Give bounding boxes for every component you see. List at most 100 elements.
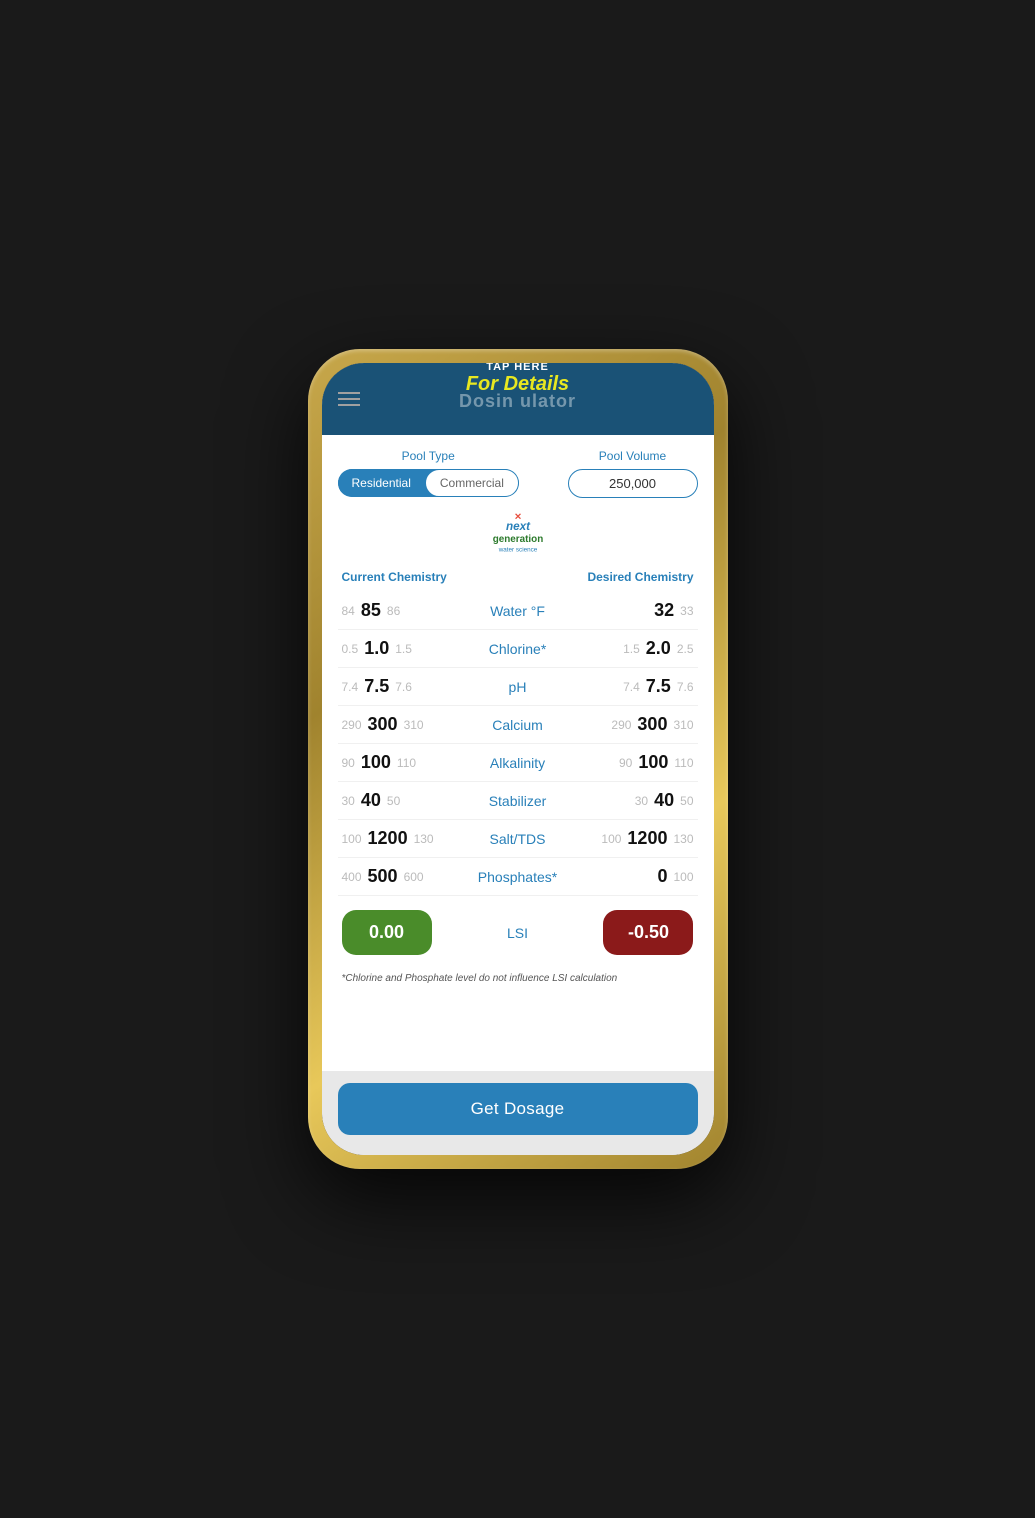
app-header: TAP HERE For Details Dosin ulator xyxy=(322,363,714,435)
get-dosage-button[interactable]: Get Dosage xyxy=(338,1083,698,1135)
chlorine-current-values: 0.5 1.0 1.5 xyxy=(342,638,452,659)
chemistry-rows: 84 85 86 Water °F 32 33 0.5 xyxy=(338,592,698,896)
water-desired-values: 32 33 xyxy=(584,600,694,621)
water-current-high: 86 xyxy=(387,604,400,618)
tap-banner[interactable]: TAP HERE For Details xyxy=(466,363,569,395)
ph-current-low: 7.4 xyxy=(342,680,359,694)
lsi-current-badge: 0.00 xyxy=(342,910,432,955)
water-current-low: 84 xyxy=(342,604,355,618)
pool-volume-section: Pool Volume xyxy=(568,449,698,498)
stabilizer-row: 30 40 50 Stabilizer 30 40 50 xyxy=(338,782,698,820)
commercial-btn[interactable]: Commercial xyxy=(425,469,519,497)
water-desired-main: 32 xyxy=(654,600,674,621)
water-temp-row: 84 85 86 Water °F 32 33 xyxy=(338,592,698,630)
phosphates-desired-high: 100 xyxy=(673,870,693,884)
calcium-desired-main: 300 xyxy=(637,714,667,735)
logo-area: ✕ next generation water science xyxy=(338,510,698,560)
stabilizer-desired-low: 30 xyxy=(635,794,648,808)
alkalinity-row: 90 100 110 Alkalinity 90 100 110 xyxy=(338,744,698,782)
chlorine-current-low: 0.5 xyxy=(342,642,359,656)
stabilizer-desired-values: 30 40 50 xyxy=(584,790,694,811)
alkalinity-current-values: 90 100 110 xyxy=(342,752,452,773)
ph-desired-low: 7.4 xyxy=(623,680,640,694)
chlorine-row: 0.5 1.0 1.5 Chlorine* 1.5 2.0 2.5 xyxy=(338,630,698,668)
phosphates-label: Phosphates* xyxy=(452,869,584,885)
stabilizer-desired-main: 40 xyxy=(654,790,674,811)
salt-current-high: 130 xyxy=(414,832,434,846)
for-details-text: For Details xyxy=(466,373,569,395)
lsi-desired-badge: -0.50 xyxy=(603,910,693,955)
residential-btn[interactable]: Residential xyxy=(338,469,425,497)
ph-label: pH xyxy=(452,679,584,695)
ph-current-values: 7.4 7.5 7.6 xyxy=(342,676,452,697)
water-desired-high: 33 xyxy=(680,604,693,618)
phosphates-row: 400 500 600 Phosphates* 0 100 xyxy=(338,858,698,896)
alkalinity-label: Alkalinity xyxy=(452,755,584,771)
disclaimer-text: *Chlorine and Phosphate level do not inf… xyxy=(338,965,698,988)
water-temp-label: Water °F xyxy=(452,603,584,619)
stabilizer-desired-high: 50 xyxy=(680,794,693,808)
hamburger-icon[interactable] xyxy=(338,392,360,406)
ph-desired-main: 7.5 xyxy=(646,676,671,697)
svg-text:generation: generation xyxy=(492,534,542,545)
pool-volume-input[interactable] xyxy=(568,469,698,498)
pool-type-section: Pool Type Residential Commercial xyxy=(338,449,519,497)
calcium-row: 290 300 310 Calcium 290 300 310 xyxy=(338,706,698,744)
alkalinity-desired-values: 90 100 110 xyxy=(584,752,694,773)
chlorine-current-high: 1.5 xyxy=(395,642,412,656)
calcium-label: Calcium xyxy=(452,717,584,733)
lsi-label: LSI xyxy=(507,925,528,941)
water-current-values: 84 85 86 xyxy=(342,600,452,621)
alkalinity-current-high: 110 xyxy=(397,756,416,770)
stabilizer-label: Stabilizer xyxy=(452,793,584,809)
salt-current-main: 1200 xyxy=(368,828,408,849)
pool-volume-label: Pool Volume xyxy=(599,449,666,463)
main-content: Pool Type Residential Commercial Pool Vo… xyxy=(322,435,714,1071)
alkalinity-desired-high: 110 xyxy=(674,756,693,770)
ph-current-high: 7.6 xyxy=(395,680,412,694)
water-current-main: 85 xyxy=(361,600,381,621)
phone-frame: TAP HERE For Details Dosin ulator Pool T… xyxy=(308,349,728,1169)
stabilizer-current-low: 30 xyxy=(342,794,355,808)
salt-desired-main: 1200 xyxy=(627,828,667,849)
salt-desired-high: 130 xyxy=(673,832,693,846)
chlorine-desired-values: 1.5 2.0 2.5 xyxy=(584,638,694,659)
pool-type-toggle: Residential Commercial xyxy=(338,469,519,497)
salt-desired-values: 100 1200 130 xyxy=(584,828,694,849)
ph-desired-values: 7.4 7.5 7.6 xyxy=(584,676,694,697)
svg-text:next: next xyxy=(505,520,530,533)
lsi-row: 0.00 LSI -0.50 xyxy=(338,900,698,965)
chlorine-desired-high: 2.5 xyxy=(677,642,694,656)
ph-row: 7.4 7.5 7.6 pH 7.4 7.5 7.6 xyxy=(338,668,698,706)
stabilizer-current-values: 30 40 50 xyxy=(342,790,452,811)
chemistry-headers: Current Chemistry Desired Chemistry xyxy=(338,570,698,584)
next-generation-logo: ✕ next generation water science xyxy=(473,510,563,560)
calcium-current-main: 300 xyxy=(368,714,398,735)
desired-chemistry-header: Desired Chemistry xyxy=(587,570,693,584)
chlorine-desired-low: 1.5 xyxy=(623,642,640,656)
calcium-desired-low: 290 xyxy=(611,718,631,732)
current-chemistry-header: Current Chemistry xyxy=(342,570,447,584)
ph-current-main: 7.5 xyxy=(364,676,389,697)
alkalinity-desired-low: 90 xyxy=(619,756,632,770)
phone-inner: TAP HERE For Details Dosin ulator Pool T… xyxy=(322,363,714,1155)
phosphates-current-low: 400 xyxy=(342,870,362,884)
salt-desired-low: 100 xyxy=(601,832,621,846)
phosphates-current-main: 500 xyxy=(368,866,398,887)
salt-current-low: 100 xyxy=(342,832,362,846)
chlorine-desired-main: 2.0 xyxy=(646,638,671,659)
chlorine-current-main: 1.0 xyxy=(364,638,389,659)
phosphates-desired-values: 0 100 xyxy=(584,866,694,887)
calcium-desired-high: 310 xyxy=(673,718,693,732)
calcium-desired-values: 290 300 310 xyxy=(584,714,694,735)
phosphates-current-high: 600 xyxy=(404,870,424,884)
tap-here-text: TAP HERE xyxy=(466,363,569,373)
calcium-current-values: 290 300 310 xyxy=(342,714,452,735)
stabilizer-current-high: 50 xyxy=(387,794,400,808)
alkalinity-current-main: 100 xyxy=(361,752,391,773)
salt-current-values: 100 1200 130 xyxy=(342,828,452,849)
ph-desired-high: 7.6 xyxy=(677,680,694,694)
calcium-current-low: 290 xyxy=(342,718,362,732)
svg-text:water science: water science xyxy=(497,547,537,554)
salt-tds-label: Salt/TDS xyxy=(452,831,584,847)
